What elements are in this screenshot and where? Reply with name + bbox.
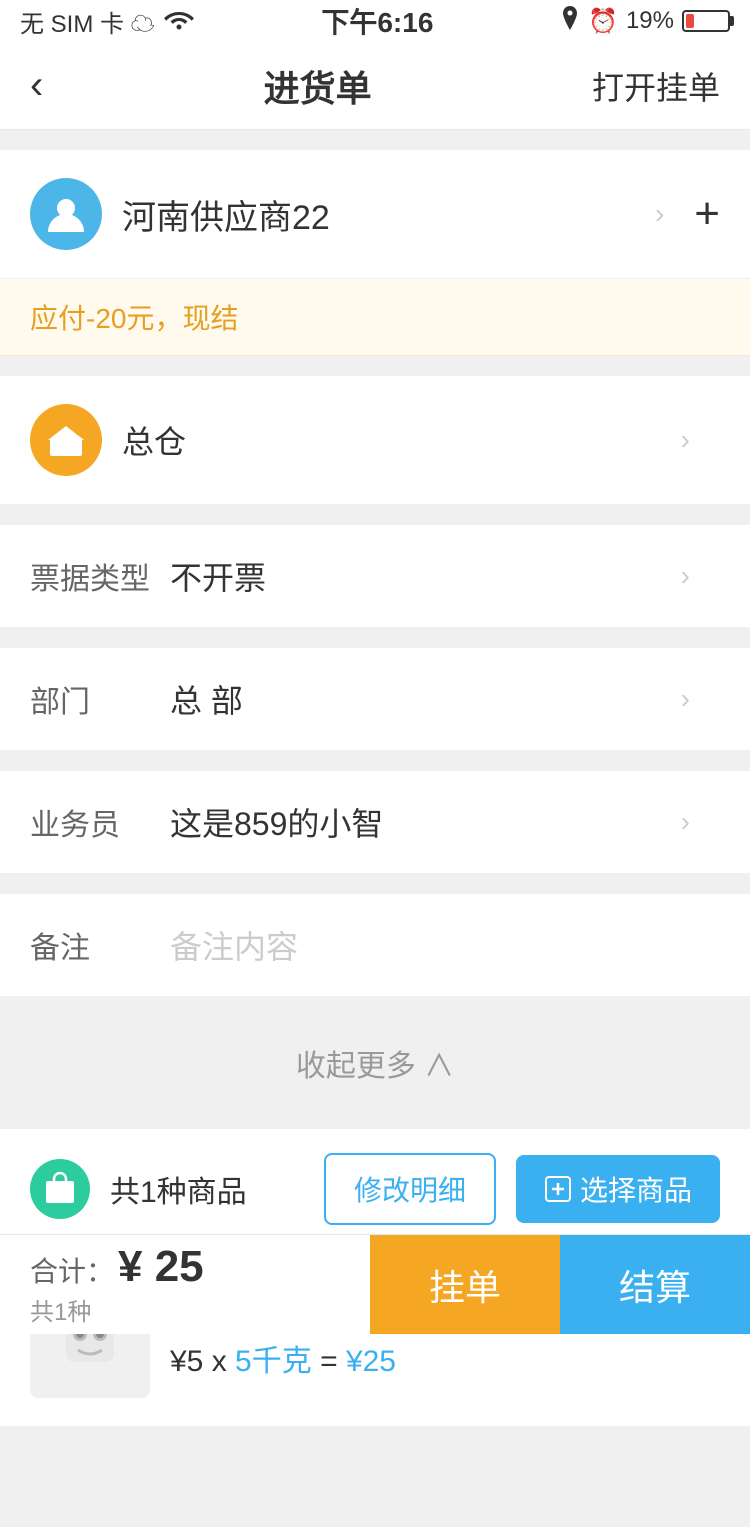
- total-label: 合计：: [30, 1250, 114, 1290]
- products-header: 共1种商品 修改明细 选择商品: [0, 1129, 750, 1250]
- department-row[interactable]: 部门 总 部 ›: [0, 648, 750, 751]
- salesperson-chevron-icon: ›: [681, 806, 690, 838]
- notice-text: 应付-20元，现结: [30, 303, 238, 334]
- gap-3: [0, 505, 750, 525]
- supplier-section: 河南供应商22 › + 应付-20元，现结: [0, 150, 750, 356]
- products-icon: [30, 1159, 90, 1219]
- gap-4: [0, 628, 750, 648]
- salesperson-row[interactable]: 业务员 这是859的小智 ›: [0, 771, 750, 874]
- warehouse-chevron-icon: ›: [681, 424, 690, 456]
- department-label: 部门: [30, 677, 170, 721]
- open-pending-button[interactable]: 打开挂单: [592, 63, 720, 109]
- supplier-row[interactable]: 河南供应商22 › +: [0, 150, 750, 279]
- department-section: 部门 总 部 ›: [0, 648, 750, 751]
- footer-total: 合计： ¥ 25 共1种: [0, 1235, 370, 1334]
- footer: 合计： ¥ 25 共1种 挂单 结算: [0, 1234, 750, 1334]
- status-time: 下午6:16: [321, 1, 433, 41]
- total-amount: ¥ 25: [118, 1242, 204, 1292]
- salesperson-section: 业务员 这是859的小智 ›: [0, 771, 750, 874]
- wifi-icon: [163, 6, 195, 37]
- products-count: 共1种商品: [110, 1167, 304, 1211]
- status-left: 无 SIM 卡 ☁: [20, 4, 195, 39]
- warehouse-section: 总仓 ›: [0, 376, 750, 505]
- hang-button[interactable]: 挂单: [370, 1235, 560, 1334]
- product-price: ¥5 x 5千克 = ¥25: [170, 1336, 660, 1380]
- gap-7: [0, 997, 750, 1017]
- supplier-chevron-icon: ›: [655, 198, 664, 230]
- status-right: ⏰ 19%: [560, 6, 730, 37]
- warehouse-row[interactable]: 总仓 ›: [0, 376, 750, 505]
- location-icon: [560, 6, 580, 37]
- footer-spacer: [0, 1427, 750, 1527]
- gap-5: [0, 751, 750, 771]
- status-bar: 无 SIM 卡 ☁ 下午6:16 ⏰ 19%: [0, 0, 750, 42]
- settle-button[interactable]: 结算: [560, 1235, 750, 1334]
- invoice-label: 票据类型: [30, 554, 170, 598]
- battery-percent: 19%: [626, 7, 674, 35]
- salesperson-value: 这是859的小智: [170, 799, 681, 845]
- select-product-label: 选择商品: [580, 1169, 692, 1209]
- back-button[interactable]: ‹: [30, 63, 43, 108]
- page-title: 进货单: [264, 60, 372, 112]
- alarm-icon: ⏰: [588, 7, 618, 36]
- notice-bar: 应付-20元，现结: [0, 279, 750, 356]
- remark-input[interactable]: 备注内容: [170, 922, 720, 968]
- gap-8: [0, 1109, 750, 1129]
- invoice-chevron-icon: ›: [681, 560, 690, 592]
- gap-1: [0, 130, 750, 150]
- battery-icon: [682, 10, 730, 32]
- select-product-button[interactable]: 选择商品: [516, 1155, 720, 1223]
- remark-label: 备注: [30, 923, 170, 967]
- invoice-value: 不开票: [170, 553, 681, 599]
- remark-section: 备注 备注内容: [0, 894, 750, 997]
- collapse-bar[interactable]: 收起更多 ∧: [0, 1017, 750, 1109]
- supplier-avatar: [30, 178, 102, 250]
- gap-2: [0, 356, 750, 376]
- invoice-section: 票据类型 不开票 ›: [0, 525, 750, 628]
- nav-bar: ‹ 进货单 打开挂单: [0, 42, 750, 130]
- sim-text: 无 SIM 卡 ☁: [20, 4, 155, 39]
- add-supplier-button[interactable]: +: [694, 192, 720, 236]
- edit-detail-button[interactable]: 修改明细: [324, 1153, 496, 1225]
- total-sub: 共1种: [30, 1292, 340, 1327]
- collapse-text: 收起更多 ∧: [296, 1041, 454, 1085]
- warehouse-value: 总仓: [122, 417, 681, 463]
- department-value: 总 部: [170, 676, 681, 722]
- salesperson-label: 业务员: [30, 800, 170, 844]
- gap-6: [0, 874, 750, 894]
- warehouse-icon: [30, 404, 102, 476]
- invoice-row[interactable]: 票据类型 不开票 ›: [0, 525, 750, 628]
- remark-row: 备注 备注内容: [0, 894, 750, 997]
- department-chevron-icon: ›: [681, 683, 690, 715]
- supplier-name: 河南供应商22: [122, 190, 655, 239]
